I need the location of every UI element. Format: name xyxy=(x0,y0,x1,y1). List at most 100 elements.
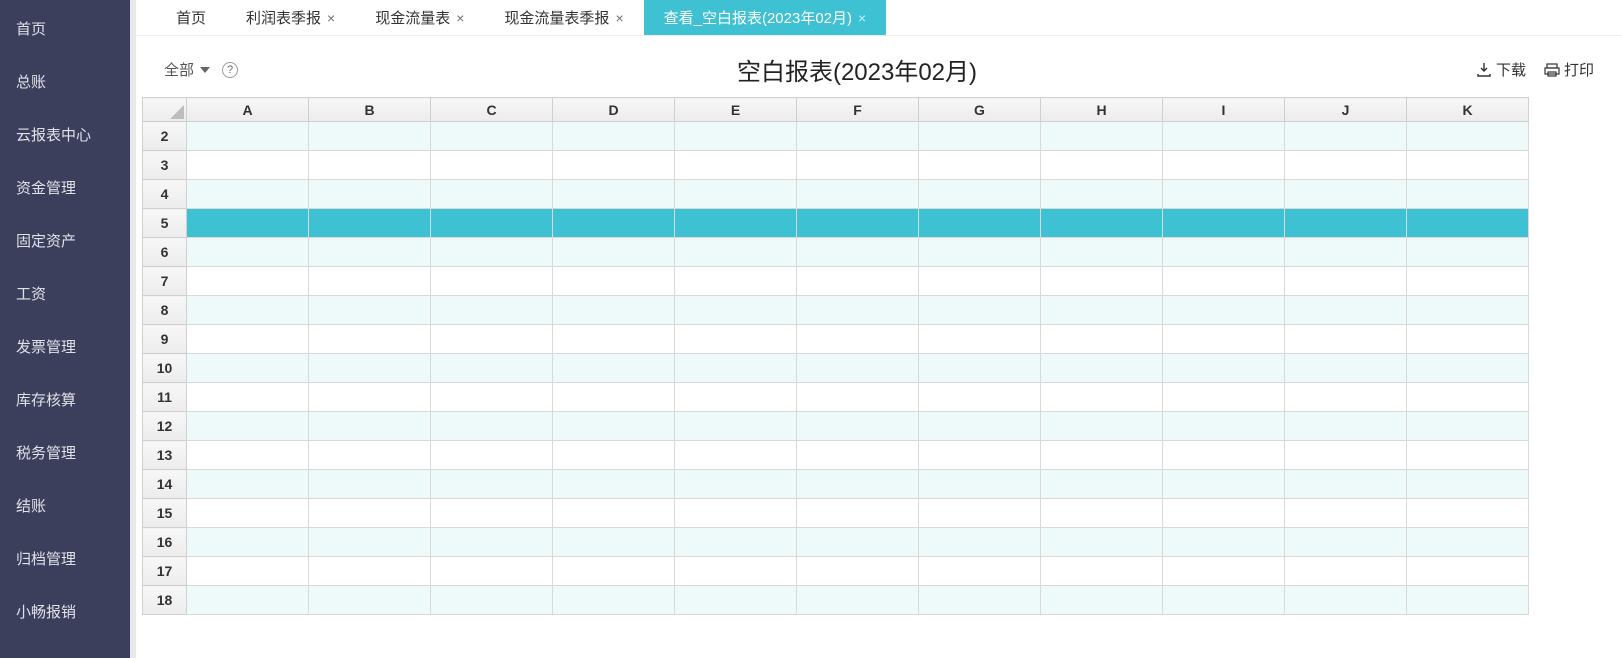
cell-G4[interactable] xyxy=(919,180,1041,209)
cell-G18[interactable] xyxy=(919,586,1041,615)
tab-1[interactable]: 利润表季报× xyxy=(226,0,355,35)
tab-2[interactable]: 现金流量表× xyxy=(355,0,484,35)
cell-D16[interactable] xyxy=(553,528,675,557)
cell-F10[interactable] xyxy=(797,354,919,383)
cell-I9[interactable] xyxy=(1163,325,1285,354)
col-header-I[interactable]: I xyxy=(1163,98,1285,122)
cell-K5[interactable] xyxy=(1407,209,1529,238)
cell-G8[interactable] xyxy=(919,296,1041,325)
cell-G13[interactable] xyxy=(919,441,1041,470)
close-icon[interactable]: × xyxy=(327,10,335,26)
cell-C3[interactable] xyxy=(431,151,553,180)
cell-H15[interactable] xyxy=(1041,499,1163,528)
cell-B16[interactable] xyxy=(309,528,431,557)
cell-A13[interactable] xyxy=(187,441,309,470)
cell-K10[interactable] xyxy=(1407,354,1529,383)
cell-G9[interactable] xyxy=(919,325,1041,354)
cell-J12[interactable] xyxy=(1285,412,1407,441)
cell-I14[interactable] xyxy=(1163,470,1285,499)
sidebar-item-4[interactable]: 固定资产 xyxy=(0,214,130,267)
cell-K3[interactable] xyxy=(1407,151,1529,180)
cell-C13[interactable] xyxy=(431,441,553,470)
cell-G16[interactable] xyxy=(919,528,1041,557)
cell-C12[interactable] xyxy=(431,412,553,441)
cell-A4[interactable] xyxy=(187,180,309,209)
cell-F11[interactable] xyxy=(797,383,919,412)
cell-E5[interactable] xyxy=(675,209,797,238)
sidebar-item-3[interactable]: 资金管理 xyxy=(0,161,130,214)
col-header-F[interactable]: F xyxy=(797,98,919,122)
cell-B11[interactable] xyxy=(309,383,431,412)
tab-4[interactable]: 查看_空白报表(2023年02月)× xyxy=(644,0,887,35)
close-icon[interactable]: × xyxy=(456,10,464,26)
cell-F13[interactable] xyxy=(797,441,919,470)
col-header-H[interactable]: H xyxy=(1041,98,1163,122)
tab-3[interactable]: 现金流量表季报× xyxy=(484,0,643,35)
cell-F8[interactable] xyxy=(797,296,919,325)
cell-K4[interactable] xyxy=(1407,180,1529,209)
cell-H5[interactable] xyxy=(1041,209,1163,238)
cell-I13[interactable] xyxy=(1163,441,1285,470)
cell-H10[interactable] xyxy=(1041,354,1163,383)
cell-B3[interactable] xyxy=(309,151,431,180)
cell-E13[interactable] xyxy=(675,441,797,470)
cell-D4[interactable] xyxy=(553,180,675,209)
cell-A10[interactable] xyxy=(187,354,309,383)
cell-J17[interactable] xyxy=(1285,557,1407,586)
cell-E6[interactable] xyxy=(675,238,797,267)
col-header-E[interactable]: E xyxy=(675,98,797,122)
cell-J11[interactable] xyxy=(1285,383,1407,412)
cell-I17[interactable] xyxy=(1163,557,1285,586)
cell-E15[interactable] xyxy=(675,499,797,528)
cell-C16[interactable] xyxy=(431,528,553,557)
cell-A3[interactable] xyxy=(187,151,309,180)
cell-E11[interactable] xyxy=(675,383,797,412)
row-header-18[interactable]: 18 xyxy=(143,586,187,615)
cell-K17[interactable] xyxy=(1407,557,1529,586)
row-header-14[interactable]: 14 xyxy=(143,470,187,499)
cell-J7[interactable] xyxy=(1285,267,1407,296)
help-icon[interactable]: ? xyxy=(222,62,238,78)
cell-I10[interactable] xyxy=(1163,354,1285,383)
cell-D6[interactable] xyxy=(553,238,675,267)
cell-H17[interactable] xyxy=(1041,557,1163,586)
cell-G12[interactable] xyxy=(919,412,1041,441)
cell-K2[interactable] xyxy=(1407,122,1529,151)
cell-B4[interactable] xyxy=(309,180,431,209)
cell-A5[interactable] xyxy=(187,209,309,238)
cell-F5[interactable] xyxy=(797,209,919,238)
cell-D11[interactable] xyxy=(553,383,675,412)
cell-H11[interactable] xyxy=(1041,383,1163,412)
cell-F9[interactable] xyxy=(797,325,919,354)
cell-B8[interactable] xyxy=(309,296,431,325)
cell-G17[interactable] xyxy=(919,557,1041,586)
row-header-8[interactable]: 8 xyxy=(143,296,187,325)
sidebar-item-10[interactable]: 归档管理 xyxy=(0,532,130,585)
cell-J5[interactable] xyxy=(1285,209,1407,238)
cell-H18[interactable] xyxy=(1041,586,1163,615)
cell-J14[interactable] xyxy=(1285,470,1407,499)
cell-H8[interactable] xyxy=(1041,296,1163,325)
cell-C17[interactable] xyxy=(431,557,553,586)
col-header-K[interactable]: K xyxy=(1407,98,1529,122)
cell-D3[interactable] xyxy=(553,151,675,180)
cell-C9[interactable] xyxy=(431,325,553,354)
cell-C14[interactable] xyxy=(431,470,553,499)
cell-J8[interactable] xyxy=(1285,296,1407,325)
cell-C7[interactable] xyxy=(431,267,553,296)
row-header-2[interactable]: 2 xyxy=(143,122,187,151)
cell-B13[interactable] xyxy=(309,441,431,470)
download-button[interactable]: 下载 xyxy=(1476,59,1526,80)
cell-F18[interactable] xyxy=(797,586,919,615)
cell-A8[interactable] xyxy=(187,296,309,325)
cell-I4[interactable] xyxy=(1163,180,1285,209)
cell-D15[interactable] xyxy=(553,499,675,528)
cell-E8[interactable] xyxy=(675,296,797,325)
cell-J18[interactable] xyxy=(1285,586,1407,615)
cell-H9[interactable] xyxy=(1041,325,1163,354)
cell-A11[interactable] xyxy=(187,383,309,412)
cell-A2[interactable] xyxy=(187,122,309,151)
sidebar-item-0[interactable]: 首页 xyxy=(0,2,130,55)
col-header-C[interactable]: C xyxy=(431,98,553,122)
cell-B12[interactable] xyxy=(309,412,431,441)
